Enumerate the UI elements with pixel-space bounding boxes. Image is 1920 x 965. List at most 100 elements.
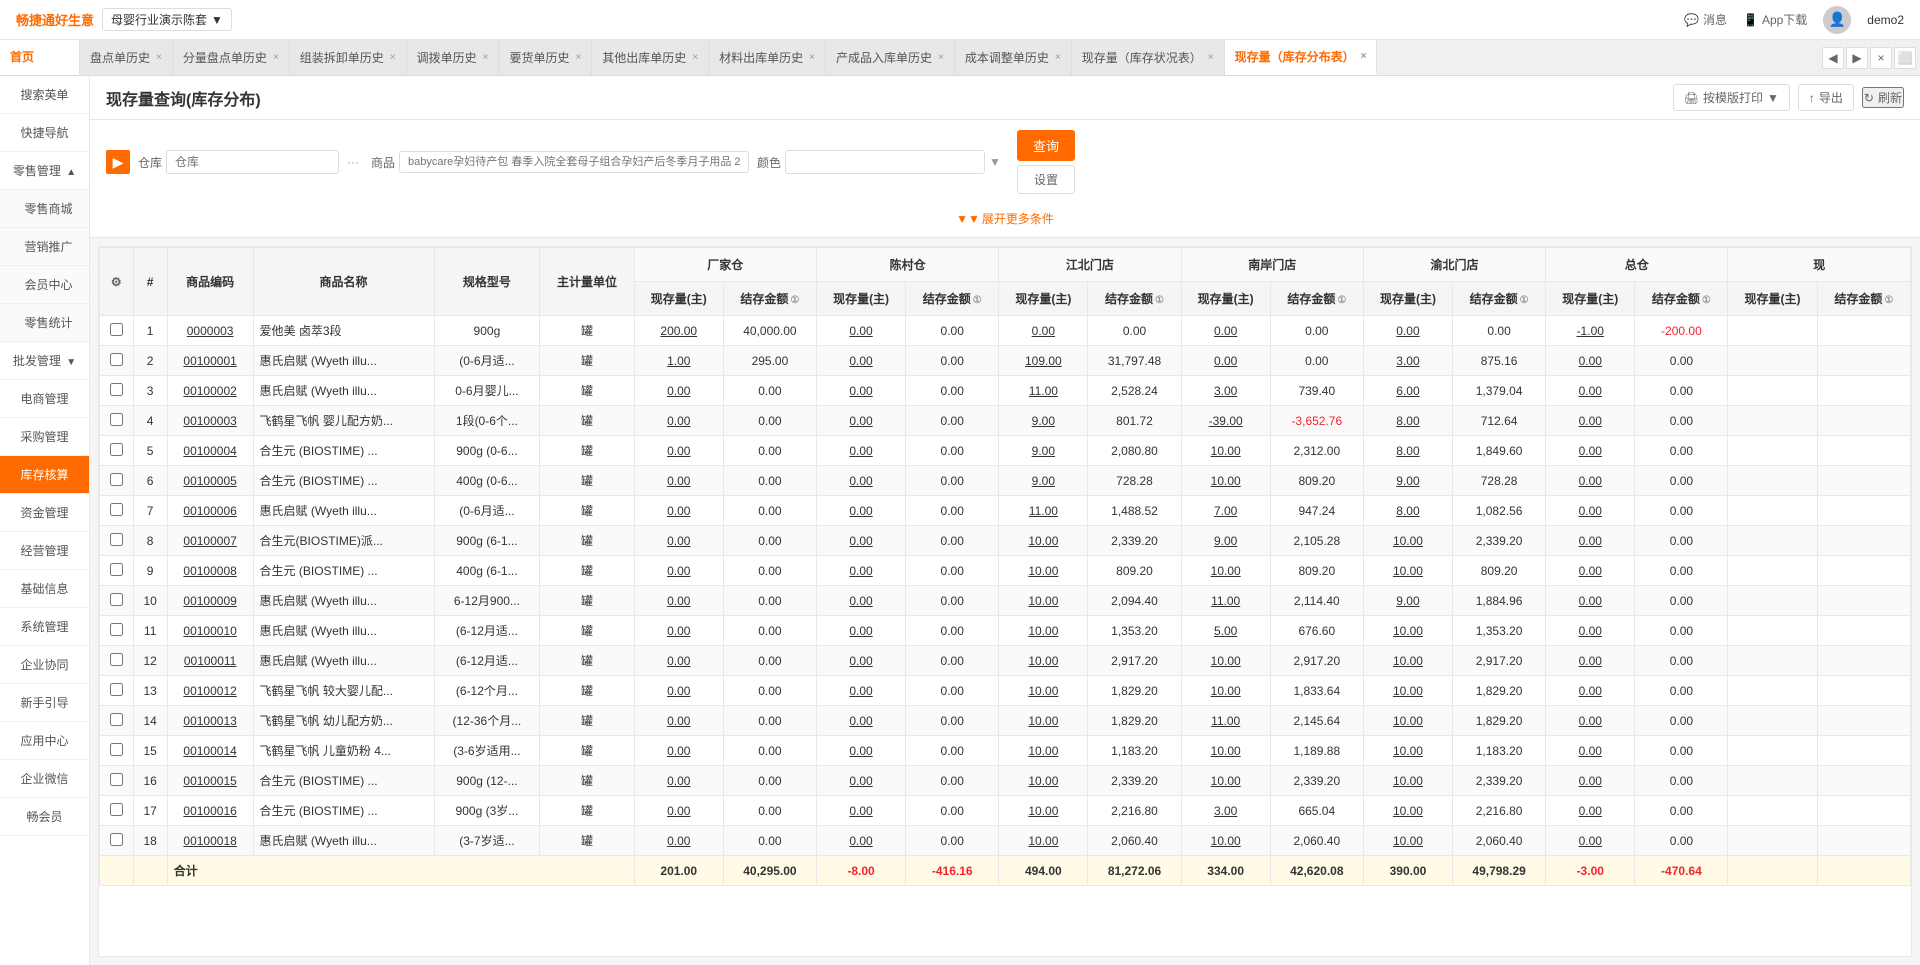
col-yubei-qty-header: 现存量(主) — [1363, 282, 1452, 316]
query-button[interactable]: 查询 — [1017, 130, 1075, 161]
sidebar-item-finance[interactable]: 资金管理 — [0, 494, 89, 532]
row-check[interactable] — [100, 706, 134, 736]
row-total-qty: 0.00 — [1546, 466, 1635, 496]
tab-product-in-close[interactable]: × — [938, 52, 944, 63]
table-container[interactable]: ⚙ # 商品编码 商品名称 规格型号 主计量单位 厂家仓 陈村仓 江北门店 南岸… — [98, 246, 1912, 957]
sidebar-item-search[interactable]: 搜索英单 — [0, 76, 89, 114]
row-check[interactable] — [100, 736, 134, 766]
tab-other-out-close[interactable]: × — [692, 52, 698, 63]
tab-stock-status[interactable]: 现存量（库存状况表） × — [1072, 40, 1225, 75]
tab-disassemble[interactable]: 组装拆卸单历史 × — [290, 40, 407, 75]
user-name[interactable]: demo2 — [1867, 13, 1904, 27]
tab-other-out-label: 其他出库单历史 — [602, 49, 686, 66]
sidebar-item-retail-mall[interactable]: 零售商城 — [0, 190, 89, 228]
row-c5-amt: 2,917.20 — [1453, 646, 1546, 676]
tab-stock-dist[interactable]: 现存量（库存分布表） × — [1225, 40, 1378, 75]
sidebar-item-retail-mgmt[interactable]: 零售管理 ▲ — [0, 152, 89, 190]
row-check[interactable] — [100, 766, 134, 796]
row-c3-qty: 10.00 — [999, 826, 1088, 856]
tab-product-in[interactable]: 产成品入库单历史 × — [826, 40, 955, 75]
tab-material-out[interactable]: 材料出库单历史 × — [709, 40, 826, 75]
sidebar-item-basic-info[interactable]: 基础信息 — [0, 570, 89, 608]
warehouse-dots[interactable]: ··· — [347, 155, 359, 169]
row-c4-amt: 2,114.40 — [1270, 586, 1363, 616]
filter-toggle-button[interactable]: ▶ — [106, 150, 130, 174]
sidebar-item-purchase[interactable]: 采购管理 — [0, 418, 89, 456]
tab-stock-single[interactable]: 盘点单历史 × — [80, 40, 173, 75]
tab-transfer-close[interactable]: × — [483, 52, 489, 63]
tab-order-close[interactable]: × — [575, 52, 581, 63]
tab-material-out-close[interactable]: × — [809, 52, 815, 63]
sidebar-item-guide[interactable]: 新手引导 — [0, 684, 89, 722]
row-check[interactable] — [100, 616, 134, 646]
sidebar-item-stock[interactable]: 库存核算 — [0, 456, 89, 494]
row-check[interactable] — [100, 796, 134, 826]
tab-menu-button[interactable]: ⬜ — [1894, 47, 1916, 69]
row-c3-qty: 109.00 — [999, 346, 1088, 376]
row-check[interactable] — [100, 316, 134, 346]
export-button[interactable]: ↑ 导出 — [1798, 84, 1854, 111]
tab-cost-adjust-close[interactable]: × — [1055, 52, 1061, 63]
sidebar-item-business[interactable]: 经营管理 — [0, 532, 89, 570]
tab-prev-button[interactable]: ◀ — [1822, 47, 1844, 69]
tab-next-button[interactable]: ▶ — [1846, 47, 1868, 69]
row-check[interactable] — [100, 436, 134, 466]
expand-more-button[interactable]: ▼▼ 展开更多条件 — [956, 210, 1054, 227]
tab-other-out[interactable]: 其他出库单历史 × — [592, 40, 709, 75]
row-check[interactable] — [100, 586, 134, 616]
footer-c2-qty: -8.00 — [816, 856, 905, 886]
tab-stock-status-close[interactable]: × — [1208, 52, 1214, 63]
sidebar-item-marketing[interactable]: 营销推广 — [0, 228, 89, 266]
tab-order[interactable]: 要货单历史 × — [499, 40, 592, 75]
color-input[interactable] — [785, 150, 985, 174]
sidebar-item-app-center[interactable]: 应用中心 — [0, 722, 89, 760]
row-check[interactable] — [100, 826, 134, 856]
row-c1-amt: 0.00 — [723, 736, 816, 766]
sidebar-item-enterprise[interactable]: 企业协同 — [0, 646, 89, 684]
row-check[interactable] — [100, 406, 134, 436]
row-c2-qty: 0.00 — [816, 316, 905, 346]
avatar[interactable]: 👤 — [1823, 6, 1851, 34]
print-button[interactable]: 🖨 按模版打印 ▼ — [1673, 84, 1790, 111]
sidebar-item-ecommerce[interactable]: 电商管理 — [0, 380, 89, 418]
row-check[interactable] — [100, 496, 134, 526]
warehouse-input[interactable] — [166, 150, 339, 174]
tab-transfer[interactable]: 调拨单历史 × — [407, 40, 500, 75]
sidebar-item-system[interactable]: 系统管理 — [0, 608, 89, 646]
sidebar-item-quick-nav[interactable]: 快捷导航 — [0, 114, 89, 152]
tab-cost-adjust[interactable]: 成本调整单历史 × — [955, 40, 1072, 75]
sidebar-item-wholesale[interactable]: 批发管理 ▼ — [0, 342, 89, 380]
sidebar-item-member2[interactable]: 畅会员 — [0, 798, 89, 836]
tab-close-all-button[interactable]: × — [1870, 47, 1892, 69]
row-check[interactable] — [100, 526, 134, 556]
sidebar-item-retail-stats[interactable]: 零售统计 — [0, 304, 89, 342]
row-check[interactable] — [100, 346, 134, 376]
app-download-button[interactable]: 📱 App下载 — [1743, 11, 1807, 28]
row-curr-qty — [1728, 466, 1817, 496]
refresh-button[interactable]: ↻ 刷新 — [1862, 87, 1904, 108]
col-gear[interactable]: ⚙ — [100, 248, 134, 316]
sidebar-item-member[interactable]: 会员中心 — [0, 266, 89, 304]
row-check[interactable] — [100, 646, 134, 676]
tab-split-stock[interactable]: 分量盘点单历史 × — [173, 40, 290, 75]
row-c3-amt: 0.00 — [1088, 316, 1181, 346]
row-check[interactable] — [100, 676, 134, 706]
row-check[interactable] — [100, 376, 134, 406]
row-spec: 0-6月婴儿... — [434, 376, 540, 406]
row-c1-amt: 295.00 — [723, 346, 816, 376]
brand-selector[interactable]: 母婴行业演示陈套 ▼ — [102, 8, 232, 31]
row-check[interactable] — [100, 556, 134, 586]
tab-home[interactable]: 首页 — [0, 40, 80, 75]
color-dropdown-icon[interactable]: ▼ — [989, 155, 1001, 169]
row-check[interactable] — [100, 466, 134, 496]
tab-stock-single-close[interactable]: × — [156, 52, 162, 63]
goods-input[interactable] — [399, 151, 749, 173]
sidebar-item-wechat[interactable]: 企业微信 — [0, 760, 89, 798]
row-name: 惠氏启赋 (Wyeth illu... — [253, 616, 434, 646]
tab-stock-dist-close[interactable]: × — [1361, 51, 1367, 62]
filter-goods: 商品 — [371, 151, 749, 173]
tab-disassemble-close[interactable]: × — [390, 52, 396, 63]
tab-split-stock-close[interactable]: × — [273, 52, 279, 63]
settings-button[interactable]: 设置 — [1017, 165, 1075, 194]
messages-button[interactable]: 💬 消息 — [1684, 11, 1727, 28]
